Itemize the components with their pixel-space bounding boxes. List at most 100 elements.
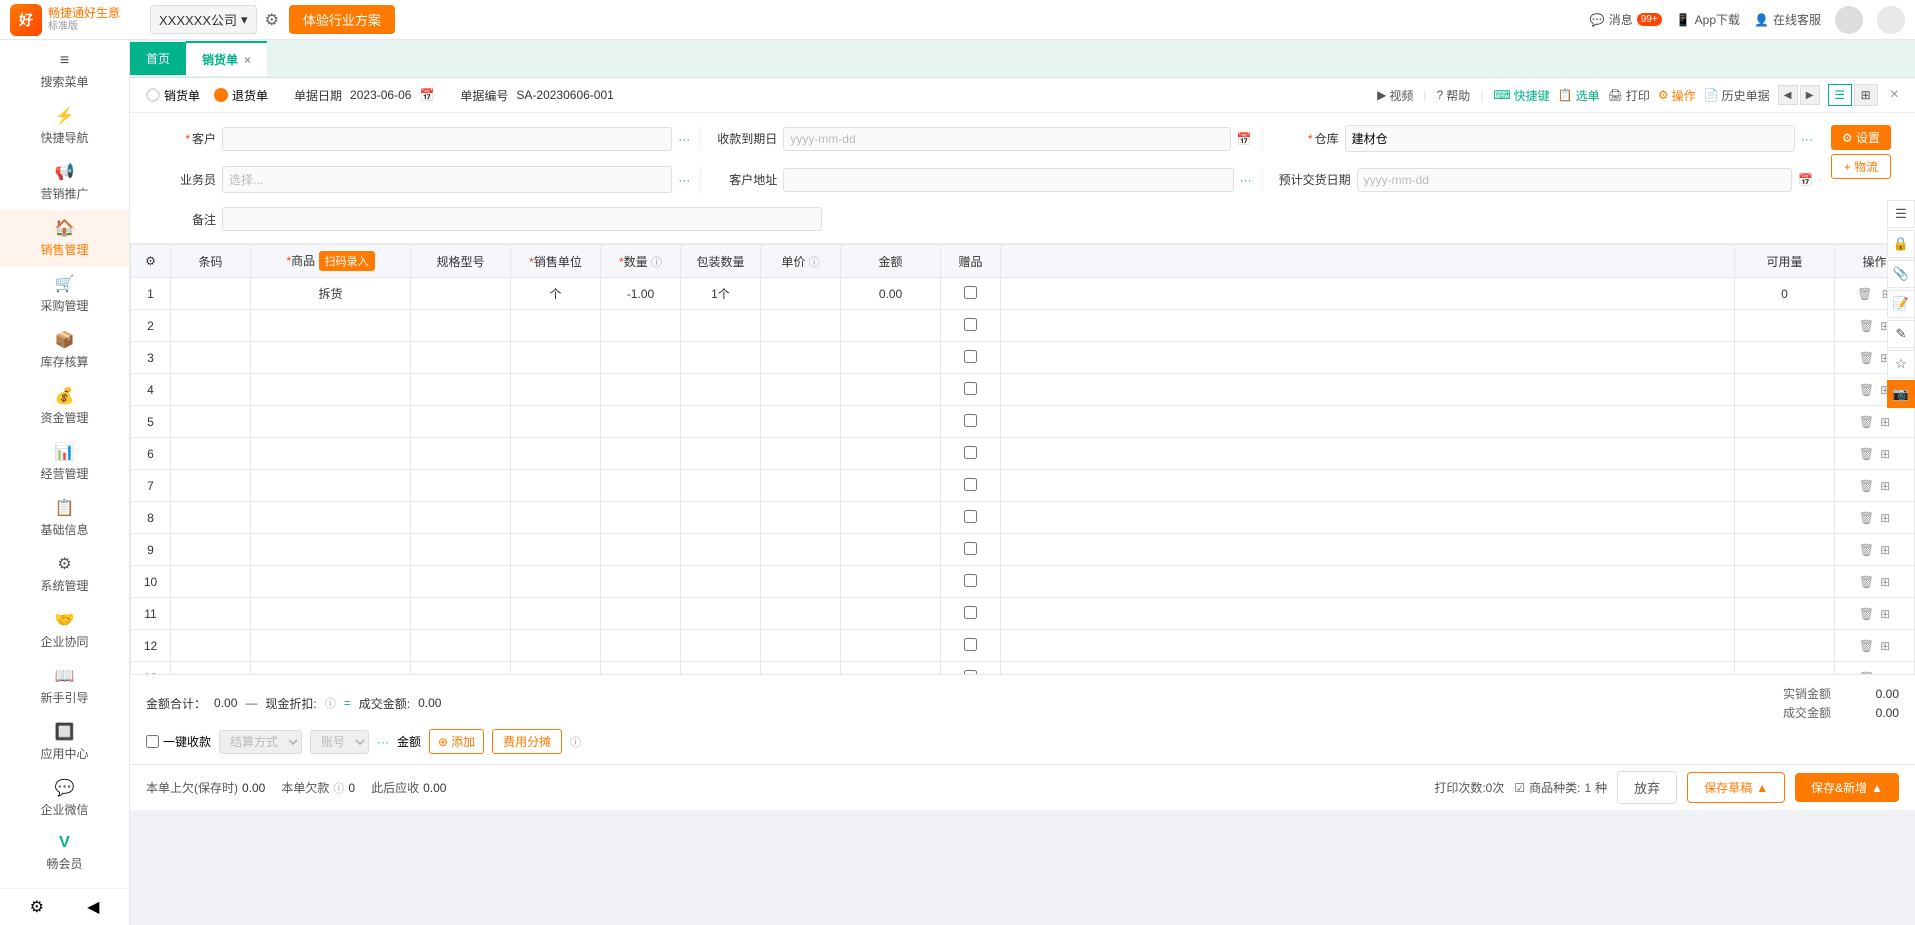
debt-info-icon[interactable]: ⓘ [333, 780, 344, 796]
cell-unit[interactable]: 个 [511, 278, 601, 310]
copy-icon[interactable]: ⊞ [1880, 543, 1890, 557]
copy-icon[interactable]: ⊞ [1880, 575, 1890, 589]
delete-icon[interactable]: 🗑 [1859, 319, 1874, 333]
sidebar-item-vip[interactable]: V 畅会员 [0, 826, 129, 880]
account-more-icon[interactable]: ··· [377, 735, 389, 749]
date-calendar-icon[interactable]: 📅 [419, 88, 434, 102]
sidebar-item-wechat[interactable]: 💬 企业微信 [0, 770, 129, 826]
float-lock-btn[interactable]: 🔒 [1887, 230, 1915, 258]
customer-addr-input[interactable] [783, 168, 1233, 192]
delete-icon[interactable]: 🗑 [1857, 287, 1872, 301]
online-service-button[interactable]: 👤 在线客服 [1754, 11, 1821, 28]
addr-more-icon[interactable]: ··· [1240, 173, 1252, 187]
account-select[interactable]: 账号 [310, 730, 369, 754]
history-btn[interactable]: 📄 历史单据 [1704, 87, 1770, 104]
sidebar-item-sales[interactable]: 🏠 销售管理 [0, 210, 129, 266]
delete-icon[interactable]: 🗑 [1859, 575, 1874, 589]
messages-button[interactable]: 💬 消息 99+ [1590, 11, 1662, 28]
sidebar-item-basic-info[interactable]: 📋 基础信息 [0, 490, 129, 546]
copy-icon[interactable]: ⊞ [1880, 639, 1890, 653]
gift-checkbox[interactable] [964, 638, 977, 651]
prev-arrow[interactable]: ◀ [1778, 85, 1798, 105]
settings-icon[interactable]: ⚙ [265, 10, 279, 30]
tab-home[interactable]: 首页 [130, 42, 186, 75]
sidebar-item-search[interactable]: ≡ 搜索菜单 [0, 44, 129, 98]
expense-info-icon[interactable]: ⓘ [570, 734, 581, 750]
customer-input[interactable] [222, 127, 672, 151]
sidebar-item-inventory[interactable]: 📦 库存核算 [0, 322, 129, 378]
sidebar-item-guide[interactable]: 📖 新手引导 [0, 658, 129, 714]
company-selector[interactable]: XXXXXX公司 ▾ [150, 5, 257, 34]
gift-checkbox[interactable] [964, 510, 977, 523]
delete-icon[interactable]: 🗑 [1859, 511, 1874, 525]
gift-checkbox[interactable] [964, 318, 977, 331]
list-view-btn[interactable]: ☰ [1828, 84, 1852, 106]
one-click-pay-checkbox[interactable]: 一键收款 [146, 733, 211, 750]
sidebar-item-app-center[interactable]: 🔲 应用中心 [0, 714, 129, 770]
select-order-btn[interactable]: 📋 选单 [1558, 87, 1600, 104]
due-date-input[interactable]: yyyy-mm-dd [783, 127, 1230, 151]
pay-checkbox[interactable] [146, 735, 159, 748]
gift-checkbox[interactable] [964, 414, 977, 427]
expected-date-input[interactable]: yyyy-mm-dd [1357, 168, 1792, 192]
save-draft-button[interactable]: 保存草稿 ▲ [1687, 772, 1785, 803]
operation-btn[interactable]: ⚙ 操作 [1658, 87, 1696, 104]
delete-icon[interactable]: 🗑 [1859, 351, 1874, 365]
gift-checkbox[interactable] [964, 382, 977, 395]
price-info-icon[interactable]: ⓘ [809, 257, 820, 269]
float-attach-btn[interactable]: 📎 [1887, 260, 1915, 288]
settings-button[interactable]: ⚙ 设置 [1831, 125, 1891, 150]
delete-icon[interactable]: 🗑 [1859, 543, 1874, 557]
help-btn[interactable]: ? 帮助 [1437, 87, 1471, 104]
gift-checkbox[interactable] [964, 286, 977, 299]
tab-close-icon[interactable]: × [244, 53, 251, 67]
copy-icon[interactable]: ⊞ [1880, 479, 1890, 493]
gift-checkbox[interactable] [964, 606, 977, 619]
customer-more-icon[interactable]: ··· [678, 132, 690, 146]
avatar[interactable] [1835, 6, 1863, 34]
warehouse-input[interactable]: 建材仓 [1345, 125, 1795, 152]
float-edit-btn[interactable]: ✎ [1887, 320, 1915, 348]
radio-return-order[interactable]: 退货单 [214, 87, 268, 104]
experience-button[interactable]: 体验行业方案 [289, 5, 395, 34]
expected-date-calendar-icon[interactable]: 📅 [1798, 173, 1813, 187]
cell-product[interactable]: 拆货 [251, 278, 411, 310]
cell-spec[interactable] [411, 278, 511, 310]
due-date-calendar-icon[interactable]: 📅 [1237, 132, 1252, 146]
copy-icon[interactable]: ⊞ [1880, 607, 1890, 621]
discount-info-icon[interactable]: ⓘ [325, 695, 336, 711]
settlement-method-select[interactable]: 结算方式 [219, 730, 302, 754]
scan-button[interactable]: 扫码录入 [319, 251, 375, 271]
video-btn[interactable]: ▶ 视频 [1377, 87, 1413, 104]
float-camera-btn[interactable]: 📷 [1887, 380, 1915, 408]
gift-checkbox[interactable] [964, 574, 977, 587]
salesperson-more-icon[interactable]: ··· [678, 173, 690, 187]
next-arrow[interactable]: ▶ [1800, 85, 1820, 105]
grid-view-btn[interactable]: ⊞ [1854, 84, 1878, 106]
save-new-button[interactable]: 保存&新增 ▲ [1795, 773, 1899, 802]
delete-icon[interactable]: 🗑 [1859, 383, 1874, 397]
copy-icon[interactable]: ⊞ [1880, 511, 1890, 525]
cell-price[interactable] [761, 278, 841, 310]
delete-icon[interactable]: 🗑 [1859, 415, 1874, 429]
sidebar-item-enterprise[interactable]: 🤝 企业协同 [0, 602, 129, 658]
copy-icon[interactable]: ⊞ [1880, 447, 1890, 461]
sidebar-item-finance[interactable]: 💰 资金管理 [0, 378, 129, 434]
cell-gift[interactable] [941, 278, 1001, 310]
app-download-button[interactable]: 📱 App下载 [1676, 11, 1740, 28]
qty-info-icon[interactable]: ⓘ [651, 257, 662, 269]
sidebar-item-marketing[interactable]: 📢 营销推广 [0, 154, 129, 210]
warehouse-more-icon[interactable]: ··· [1801, 132, 1813, 146]
float-note-btn[interactable]: 📝 [1887, 290, 1915, 318]
sidebar-gear-icon[interactable]: ⚙ [30, 897, 44, 917]
cell-pkg[interactable]: 1个 [681, 278, 761, 310]
sidebar-item-management[interactable]: 📊 经营管理 [0, 434, 129, 490]
sidebar-collapse-icon[interactable]: ◀ [87, 897, 99, 917]
add-payment-button[interactable]: ⊕ 添加 [429, 729, 484, 754]
sidebar-item-quick-nav[interactable]: ⚡ 快捷导航 [0, 98, 129, 154]
tab-sales-order[interactable]: 销货单 × [186, 41, 267, 76]
gift-checkbox[interactable] [964, 350, 977, 363]
gift-checkbox[interactable] [964, 478, 977, 491]
delete-icon[interactable]: 🗑 [1859, 447, 1874, 461]
cell-barcode[interactable] [171, 278, 251, 310]
